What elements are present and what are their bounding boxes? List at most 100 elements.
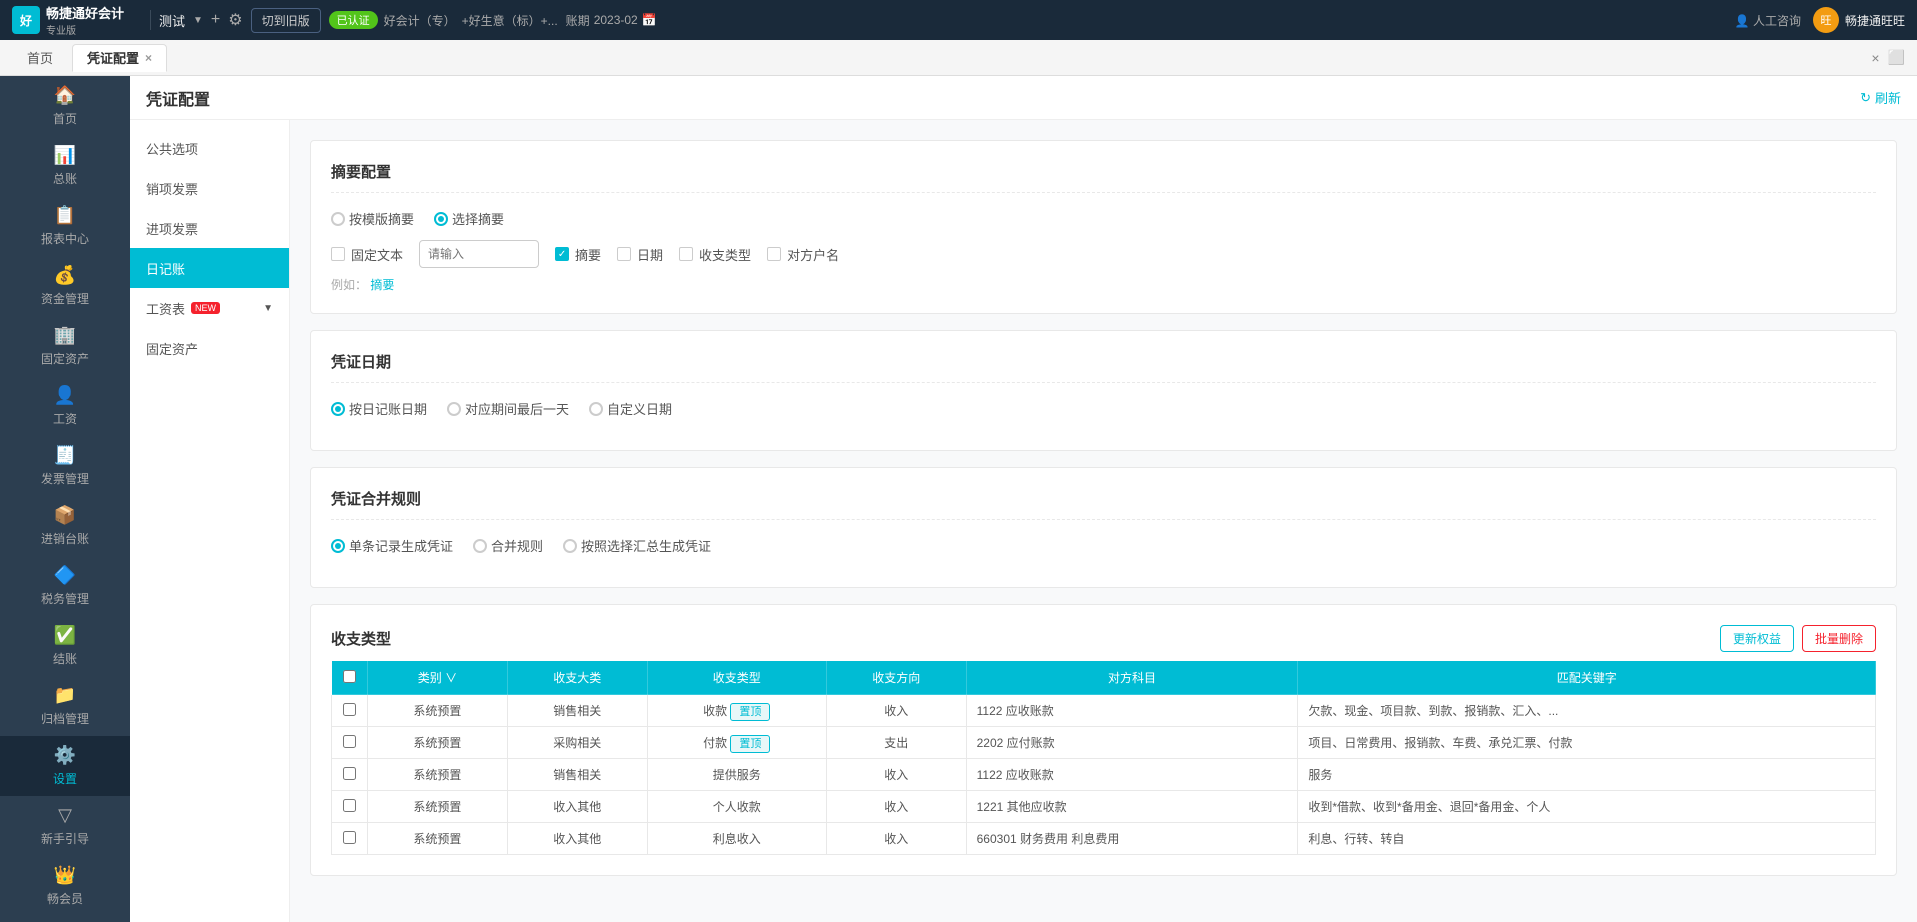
- table-row: 系统预置 销售相关 提供服务 收入 1122 应收账款 服务: [332, 759, 1876, 791]
- row1-checkbox[interactable]: [332, 695, 368, 727]
- sidebar-item-purchase[interactable]: 📦 进销台账: [0, 496, 130, 556]
- salary-icon: 👤: [54, 385, 76, 406]
- status-badges: 已认证 好会计（专） +好生意（标）+...: [329, 11, 558, 29]
- tab-home[interactable]: 首页: [12, 44, 68, 72]
- left-nav-public[interactable]: 公共选项: [130, 128, 289, 168]
- income-expense-table: 类别 ∨ 收支大类 收支类型 收支方向 对方科目 匹配关键字: [331, 660, 1876, 855]
- top-bar-right: 👤 人工咨询 旺 畅捷通旺旺: [1735, 7, 1905, 33]
- table-body: 系统预置 销售相关 收款 置顶 收入 1122 应收账款 欠款、现金、项目款、到…: [332, 695, 1876, 855]
- checkbox-income-type[interactable]: 收支类型: [679, 245, 751, 264]
- close-window-icon[interactable]: ×: [1871, 50, 1879, 66]
- row2-tag[interactable]: 置顶: [730, 735, 770, 753]
- row5-main-type: 收入其他: [507, 823, 647, 855]
- tab-voucher-config-label: 凭证配置: [87, 48, 139, 67]
- radio-journal-date-circle: [331, 402, 345, 416]
- radio-period-last-day[interactable]: 对应期间最后一天: [447, 399, 569, 418]
- table-row: 系统预置 销售相关 收款 置顶 收入 1122 应收账款 欠款、现金、项目款、到…: [332, 695, 1876, 727]
- user-info[interactable]: 旺 畅捷通旺旺: [1813, 7, 1905, 33]
- checkbox-counterpart[interactable]: 对方户名: [767, 245, 839, 264]
- radio-select-summary[interactable]: 选择摘要: [434, 209, 504, 228]
- sidebar-label-purchase: 进销台账: [41, 530, 89, 547]
- row3-category: 系统预置: [368, 759, 508, 791]
- row1-keywords: 欠款、现金、项目款、到款、报销款、汇入、...: [1298, 695, 1876, 727]
- radio-single-record[interactable]: 单条记录生成凭证: [331, 536, 453, 555]
- row4-checkbox[interactable]: [332, 791, 368, 823]
- sidebar-item-invoice[interactable]: 🧾 发票管理: [0, 436, 130, 496]
- row5-checkbox[interactable]: [332, 823, 368, 855]
- left-nav-fixed-assets-label: 固定资产: [146, 339, 198, 358]
- period-display: 账期 2023-02 📅: [566, 12, 657, 29]
- batch-delete-btn[interactable]: 批量删除: [1802, 625, 1876, 652]
- income-type-label: 收支类型: [699, 245, 751, 264]
- summary-config-title: 摘要配置: [331, 161, 1876, 193]
- sidebar-item-salary[interactable]: 👤 工资: [0, 376, 130, 436]
- add-icon[interactable]: +: [211, 11, 220, 29]
- good-account-badge: 好会计（专）: [384, 12, 456, 29]
- sidebar-item-reports[interactable]: 📋 报表中心: [0, 196, 130, 256]
- merge-rule-radio-group: 单条记录生成凭证 合并规则 按照选择汇总生成凭证: [331, 536, 1876, 555]
- sidebar: 🏠 首页 📊 总账 📋 报表中心 💰 资金管理 🏢 固定资产 👤 工资 🧾 发票…: [0, 76, 130, 922]
- left-nav-payroll[interactable]: 工资表 NEW ▼: [130, 288, 289, 328]
- left-nav-sales-invoice[interactable]: 销项发票: [130, 168, 289, 208]
- sidebar-item-settings[interactable]: ⚙️ 设置: [0, 736, 130, 796]
- radio-aggregate[interactable]: 按照选择汇总生成凭证: [563, 536, 711, 555]
- radio-merge-rule[interactable]: 合并规则: [473, 536, 543, 555]
- counterpart-checkbox: [767, 247, 781, 261]
- refresh-btn[interactable]: ↻ 刷新: [1860, 88, 1901, 107]
- tab-close-icon[interactable]: ×: [145, 51, 152, 65]
- sidebar-item-assets[interactable]: 🏢 固定资产: [0, 316, 130, 376]
- sidebar-item-tax[interactable]: 🔷 税务管理: [0, 556, 130, 616]
- voucher-date-radio-group: 按日记账日期 对应期间最后一天 自定义日期: [331, 399, 1876, 418]
- left-nav-purchase-invoice[interactable]: 进项发票: [130, 208, 289, 248]
- radio-merge-rule-label: 合并规则: [491, 536, 543, 555]
- row1-tag[interactable]: 置顶: [730, 703, 770, 721]
- sidebar-item-funds[interactable]: 💰 资金管理: [0, 256, 130, 316]
- sidebar-item-close[interactable]: ✅ 结账: [0, 616, 130, 676]
- radio-merge-rule-circle: [473, 539, 487, 553]
- row2-checkbox[interactable]: [332, 727, 368, 759]
- settings-sidebar-icon: ⚙️: [54, 745, 76, 766]
- good-business-badge: +好生意（标）+...: [462, 12, 558, 29]
- settings-icon[interactable]: ⚙: [228, 10, 242, 30]
- row2-account: 2202 应付账款: [966, 727, 1298, 759]
- left-nav-journal[interactable]: 日记账: [130, 248, 289, 288]
- radio-template-summary[interactable]: 按模版摘要: [331, 209, 414, 228]
- sidebar-item-guide[interactable]: ▽ 新手引导: [0, 796, 130, 856]
- fixed-text-input[interactable]: [419, 240, 539, 268]
- select-all-checkbox[interactable]: [343, 670, 356, 683]
- row2-main-type: 采购相关: [507, 727, 647, 759]
- sidebar-item-archive[interactable]: 📁 归档管理: [0, 676, 130, 736]
- sidebar-item-home[interactable]: 🏠 首页: [0, 76, 130, 136]
- brand-edition: 专业版: [46, 22, 124, 37]
- date-label: 日期: [637, 245, 663, 264]
- tab-voucher-config[interactable]: 凭证配置 ×: [72, 44, 167, 72]
- archive-icon: 📁: [54, 685, 76, 706]
- radio-custom-date-label: 自定义日期: [607, 399, 672, 418]
- checkbox-fixed-text[interactable]: 固定文本: [331, 245, 403, 264]
- top-bar-actions: + ⚙ 切到旧版: [211, 8, 321, 33]
- checkbox-date[interactable]: 日期: [617, 245, 663, 264]
- sidebar-label-reports: 报表中心: [41, 230, 89, 247]
- voucher-date-section: 凭证日期 按日记账日期 对应期间最后一天 自定义日期: [310, 330, 1897, 451]
- sidebar-label-assets: 固定资产: [41, 350, 89, 367]
- radio-custom-date[interactable]: 自定义日期: [589, 399, 672, 418]
- example-value: 摘要: [370, 278, 394, 292]
- restore-window-icon[interactable]: ⬜: [1888, 49, 1905, 66]
- help-btn[interactable]: 👤 人工咨询: [1735, 12, 1801, 29]
- row3-checkbox[interactable]: [332, 759, 368, 791]
- radio-journal-date[interactable]: 按日记账日期: [331, 399, 427, 418]
- th-checkbox[interactable]: [332, 661, 368, 695]
- sidebar-item-ledger[interactable]: 📊 总账: [0, 136, 130, 196]
- checkbox-summary[interactable]: ✓ 摘要: [555, 245, 601, 264]
- update-btn[interactable]: 更新权益: [1720, 625, 1794, 652]
- row3-main-type: 销售相关: [507, 759, 647, 791]
- left-nav-fixed-assets[interactable]: 固定资产: [130, 328, 289, 368]
- switch-old-btn[interactable]: 切到旧版: [251, 8, 321, 33]
- sidebar-item-member[interactable]: 👑 畅会员: [0, 856, 130, 916]
- avatar: 旺: [1813, 7, 1839, 33]
- right-content: 摘要配置 按模版摘要 选择摘要: [290, 120, 1917, 922]
- guide-icon: ▽: [58, 805, 72, 826]
- row5-direction: 收入: [826, 823, 966, 855]
- company-dropdown-arrow[interactable]: ▼: [193, 15, 203, 26]
- calendar-icon[interactable]: 📅: [642, 13, 657, 27]
